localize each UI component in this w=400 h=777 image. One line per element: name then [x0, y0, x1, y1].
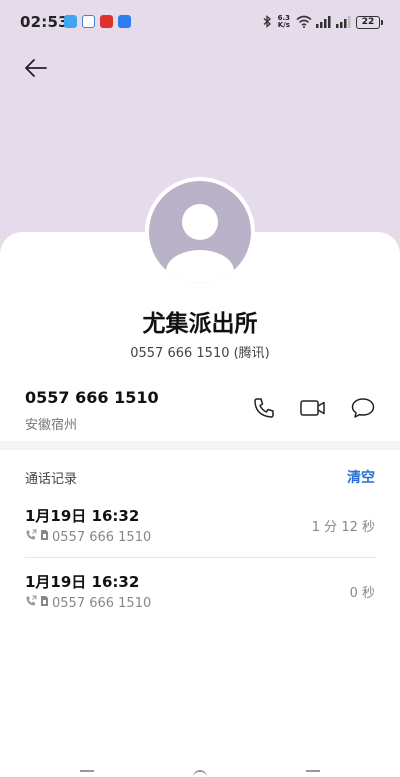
call-log-title: 通话记录: [25, 472, 78, 487]
news-app-icon: [100, 15, 113, 28]
call-log-entry[interactable]: 1月19日 16:32 0557 666 1510 0 秒: [0, 571, 400, 635]
signal-icon: [316, 13, 332, 32]
signal-icon: [336, 13, 352, 32]
call-log-entry[interactable]: 1月19日 16:32 0557 666 1510 1 分 12 秒: [0, 505, 400, 569]
call-duration: 1 分 12 秒: [311, 520, 375, 535]
sim-card-icon: [40, 595, 49, 611]
call-number: 0557 666 1510: [52, 529, 152, 545]
contact-subtitle: 0557 666 1510 (腾讯): [130, 346, 270, 361]
arrow-left-icon: [24, 58, 48, 82]
video-call-button[interactable]: [299, 396, 327, 424]
call-meta: 0557 666 1510: [25, 529, 151, 545]
call-meta: 0557 666 1510: [25, 595, 151, 611]
network-speed-unit: K/s: [277, 21, 290, 29]
call-number: 0557 666 1510: [52, 595, 152, 611]
message-button[interactable]: [349, 396, 377, 424]
notes-app-icon: [118, 15, 131, 28]
list-divider: [25, 557, 376, 558]
wifi-icon: [296, 13, 312, 32]
phone-icon: [252, 396, 276, 424]
call-button[interactable]: [250, 396, 278, 424]
phone-location: 安徽宿州: [25, 418, 78, 433]
bluetooth-icon: [263, 13, 272, 32]
avatar: [145, 177, 255, 287]
clear-log-button[interactable]: 清空: [347, 467, 375, 487]
outgoing-call-icon: [25, 595, 37, 611]
call-date: 1月19日 16:32: [25, 573, 140, 591]
call-date: 1月19日 16:32: [25, 507, 140, 525]
nav-hint: [306, 770, 320, 777]
sim-card-icon: [40, 529, 49, 545]
nav-hint: [193, 770, 207, 777]
video-icon: [299, 397, 327, 423]
contact-name: 尤集派出所: [142, 311, 258, 337]
chat-app-icon: [64, 15, 77, 28]
nav-hint: [80, 770, 94, 777]
map-app-icon: [82, 15, 95, 28]
section-divider: [0, 441, 400, 450]
message-icon: [350, 396, 376, 424]
status-bar: 02:53 6.3 K/s 22: [0, 0, 400, 44]
network-speed: 6.3 K/s: [278, 15, 290, 29]
phone-number: 0557 666 1510: [25, 388, 159, 407]
battery-icon: 22: [356, 15, 383, 29]
outgoing-call-icon: [25, 529, 37, 545]
back-button[interactable]: [22, 56, 50, 84]
phone-number-row[interactable]: 0557 666 1510 安徽宿州: [0, 380, 400, 440]
status-time: 02:53: [20, 13, 69, 31]
call-duration: 0 秒: [349, 586, 375, 601]
